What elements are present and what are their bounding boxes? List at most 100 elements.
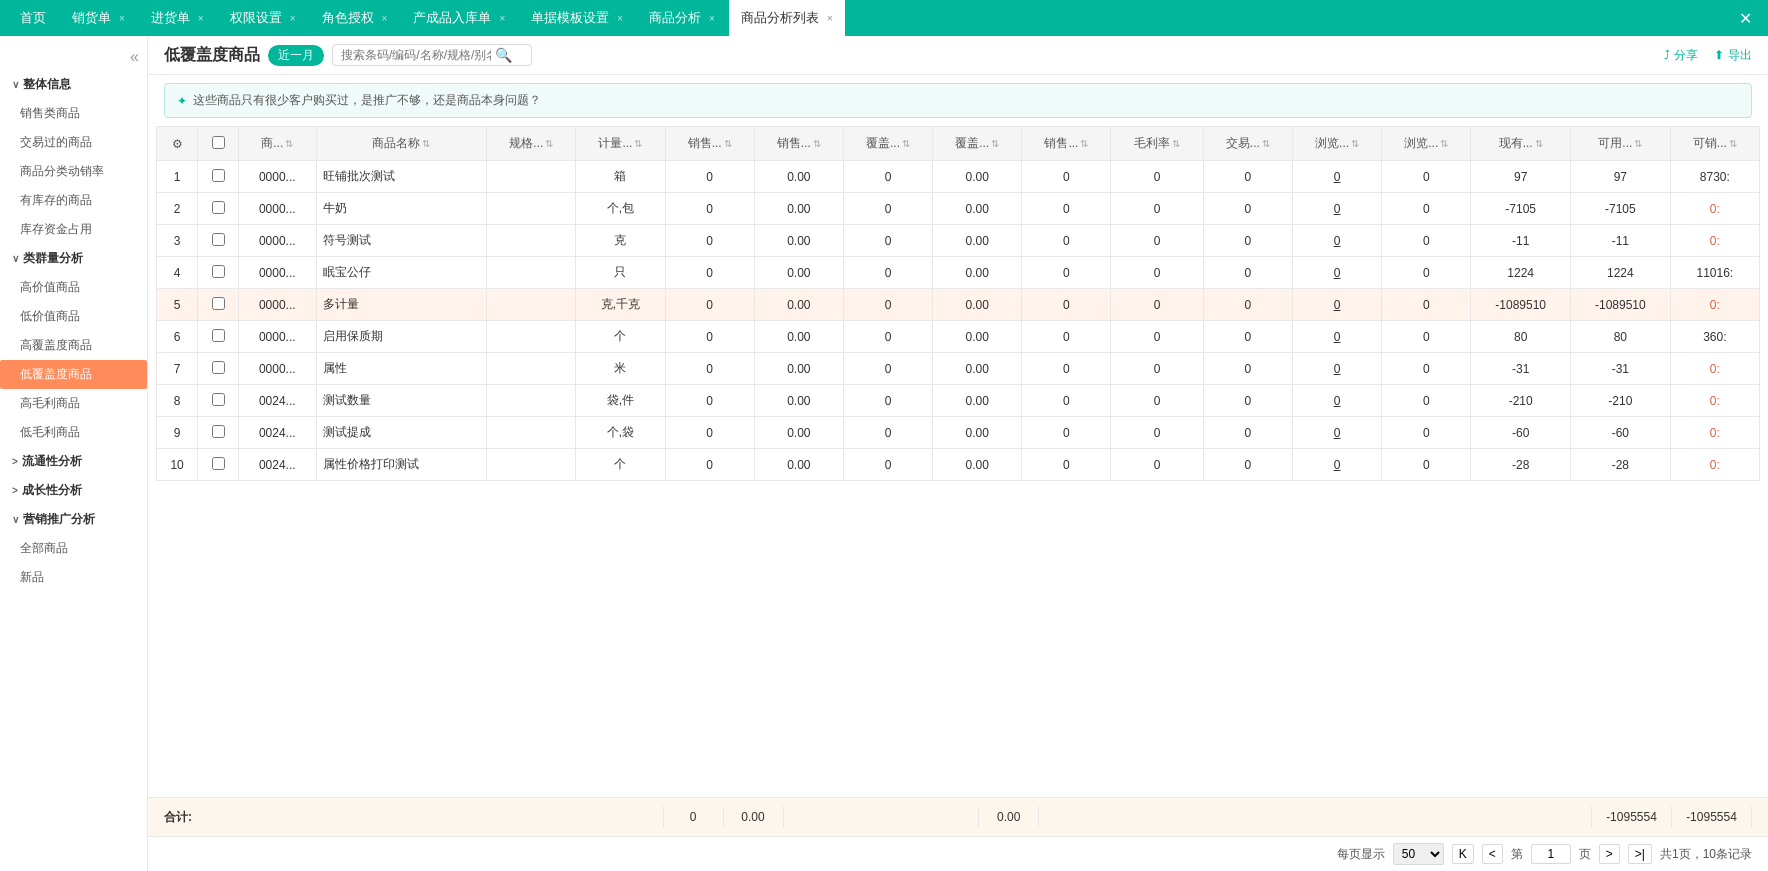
sidebar-item-high-margin[interactable]: 高毛利商品 bbox=[0, 389, 147, 418]
sidebar-item-low-value[interactable]: 低价值商品 bbox=[0, 302, 147, 331]
row-checkbox[interactable] bbox=[198, 257, 239, 289]
col-settings[interactable]: ⚙ bbox=[157, 127, 198, 161]
row-browse1[interactable]: 0 bbox=[1292, 449, 1381, 481]
nav-tab-purchase[interactable]: 进货单 × bbox=[139, 0, 216, 36]
nav-tab-template[interactable]: 单据模板设置 × bbox=[519, 0, 635, 36]
sidebar-item-with-stock[interactable]: 有库存的商品 bbox=[0, 186, 147, 215]
row-select-checkbox[interactable] bbox=[212, 425, 225, 438]
nav-tab-product-analysis[interactable]: 商品分析 × bbox=[637, 0, 727, 36]
row-select-checkbox[interactable] bbox=[212, 233, 225, 246]
share-button[interactable]: ⤴ 分享 bbox=[1664, 47, 1698, 64]
prev-page-button[interactable]: < bbox=[1482, 844, 1503, 864]
row-browse1[interactable]: 0 bbox=[1292, 289, 1381, 321]
col-gross-margin[interactable]: 毛利率⇅ bbox=[1111, 127, 1203, 161]
col-trade[interactable]: 交易...⇅ bbox=[1203, 127, 1292, 161]
first-page-button[interactable]: K bbox=[1452, 844, 1474, 864]
window-close-button[interactable]: ✕ bbox=[1731, 9, 1760, 28]
row-saleable: 0: bbox=[1670, 225, 1759, 257]
nav-tab-product-analysis-close[interactable]: × bbox=[709, 13, 715, 24]
nav-tab-roles[interactable]: 角色授权 × bbox=[310, 0, 400, 36]
sidebar-item-high-coverage[interactable]: 高覆盖度商品 bbox=[0, 331, 147, 360]
row-checkbox[interactable] bbox=[198, 353, 239, 385]
nav-tab-analysis-list-close[interactable]: × bbox=[827, 13, 833, 24]
col-spec[interactable]: 规格...⇅ bbox=[487, 127, 576, 161]
col-saleable[interactable]: 可销...⇅ bbox=[1670, 127, 1759, 161]
row-select-checkbox[interactable] bbox=[212, 457, 225, 470]
sidebar-collapse-button[interactable]: « bbox=[0, 44, 147, 70]
sidebar-section-growth[interactable]: > 成长性分析 bbox=[0, 476, 147, 505]
row-checkbox[interactable] bbox=[198, 385, 239, 417]
last-page-button[interactable]: >| bbox=[1628, 844, 1652, 864]
col-cover1[interactable]: 覆盖...⇅ bbox=[843, 127, 932, 161]
nav-tab-permissions[interactable]: 权限设置 × bbox=[218, 0, 308, 36]
col-browse1[interactable]: 浏览...⇅ bbox=[1292, 127, 1381, 161]
nav-tab-template-close[interactable]: × bbox=[617, 13, 623, 24]
row-checkbox[interactable] bbox=[198, 225, 239, 257]
row-code: 0000... bbox=[238, 225, 316, 257]
sidebar-section-marketing[interactable]: ∨ 营销推广分析 bbox=[0, 505, 147, 534]
sidebar-section-overall[interactable]: ∨ 整体信息 bbox=[0, 70, 147, 99]
sidebar-item-low-margin[interactable]: 低毛利商品 bbox=[0, 418, 147, 447]
col-available[interactable]: 可用...⇅ bbox=[1571, 127, 1671, 161]
row-checkbox[interactable] bbox=[198, 449, 239, 481]
sidebar-section-cluster[interactable]: ∨ 类群量分析 bbox=[0, 244, 147, 273]
row-browse1[interactable]: 0 bbox=[1292, 193, 1381, 225]
nav-tab-sales[interactable]: 销货单 × bbox=[60, 0, 137, 36]
sidebar-item-high-value[interactable]: 高价值商品 bbox=[0, 273, 147, 302]
row-checkbox[interactable] bbox=[198, 417, 239, 449]
col-sales-qty[interactable]: 销售...⇅ bbox=[665, 127, 754, 161]
row-browse1[interactable]: 0 bbox=[1292, 321, 1381, 353]
col-current-stock[interactable]: 现有...⇅ bbox=[1471, 127, 1571, 161]
col-checkbox[interactable] bbox=[198, 127, 239, 161]
row-browse1[interactable]: 0 bbox=[1292, 225, 1381, 257]
col-sales2[interactable]: 销售...⇅ bbox=[1022, 127, 1111, 161]
nav-tab-roles-close[interactable]: × bbox=[382, 13, 388, 24]
sidebar-item-low-coverage[interactable]: 低覆盖度商品 bbox=[0, 360, 147, 389]
col-name[interactable]: 商品名称⇅ bbox=[316, 127, 487, 161]
row-browse1[interactable]: 0 bbox=[1292, 417, 1381, 449]
row-browse2: 0 bbox=[1382, 193, 1471, 225]
page-size-select[interactable]: 50 20 100 200 bbox=[1393, 843, 1444, 865]
row-browse1[interactable]: 0 bbox=[1292, 161, 1381, 193]
row-browse1[interactable]: 0 bbox=[1292, 257, 1381, 289]
nav-tab-inventory[interactable]: 产成品入库单 × bbox=[401, 0, 517, 36]
row-checkbox[interactable] bbox=[198, 289, 239, 321]
search-icon[interactable]: 🔍 bbox=[495, 47, 512, 63]
row-browse1[interactable]: 0 bbox=[1292, 353, 1381, 385]
sidebar-item-traded-goods[interactable]: 交易过的商品 bbox=[0, 128, 147, 157]
date-filter-button[interactable]: 近一月 bbox=[268, 45, 324, 66]
select-all-checkbox[interactable] bbox=[212, 136, 225, 149]
sidebar-item-sales-goods[interactable]: 销售类商品 bbox=[0, 99, 147, 128]
search-input[interactable] bbox=[341, 48, 491, 62]
nav-tab-inventory-close[interactable]: × bbox=[499, 13, 505, 24]
sidebar-section-liquidity[interactable]: > 流通性分析 bbox=[0, 447, 147, 476]
sidebar-item-new-goods[interactable]: 新品 bbox=[0, 563, 147, 592]
row-checkbox[interactable] bbox=[198, 321, 239, 353]
row-select-checkbox[interactable] bbox=[212, 361, 225, 374]
col-browse2[interactable]: 浏览...⇅ bbox=[1382, 127, 1471, 161]
col-code[interactable]: 商...⇅ bbox=[238, 127, 316, 161]
row-select-checkbox[interactable] bbox=[212, 265, 225, 278]
col-sales-amt[interactable]: 销售...⇅ bbox=[754, 127, 843, 161]
sidebar-item-category-rate[interactable]: 商品分类动销率 bbox=[0, 157, 147, 186]
nav-tab-sales-close[interactable]: × bbox=[119, 13, 125, 24]
row-select-checkbox[interactable] bbox=[212, 169, 225, 182]
col-unit[interactable]: 计量...⇅ bbox=[576, 127, 665, 161]
nav-tab-purchase-close[interactable]: × bbox=[198, 13, 204, 24]
nav-tab-home[interactable]: 首页 bbox=[8, 0, 58, 36]
current-page-input[interactable] bbox=[1531, 844, 1571, 864]
row-checkbox[interactable] bbox=[198, 161, 239, 193]
row-select-checkbox[interactable] bbox=[212, 297, 225, 310]
export-button[interactable]: ⬆ 导出 bbox=[1714, 47, 1752, 64]
row-select-checkbox[interactable] bbox=[212, 201, 225, 214]
nav-tab-permissions-close[interactable]: × bbox=[290, 13, 296, 24]
row-checkbox[interactable] bbox=[198, 193, 239, 225]
row-select-checkbox[interactable] bbox=[212, 329, 225, 342]
row-browse1[interactable]: 0 bbox=[1292, 385, 1381, 417]
next-page-button[interactable]: > bbox=[1599, 844, 1620, 864]
col-cover2[interactable]: 覆盖...⇅ bbox=[933, 127, 1022, 161]
row-select-checkbox[interactable] bbox=[212, 393, 225, 406]
nav-tab-analysis-list[interactable]: 商品分析列表 × bbox=[729, 0, 845, 36]
sidebar-item-all-goods[interactable]: 全部商品 bbox=[0, 534, 147, 563]
sidebar-item-capital-use[interactable]: 库存资金占用 bbox=[0, 215, 147, 244]
